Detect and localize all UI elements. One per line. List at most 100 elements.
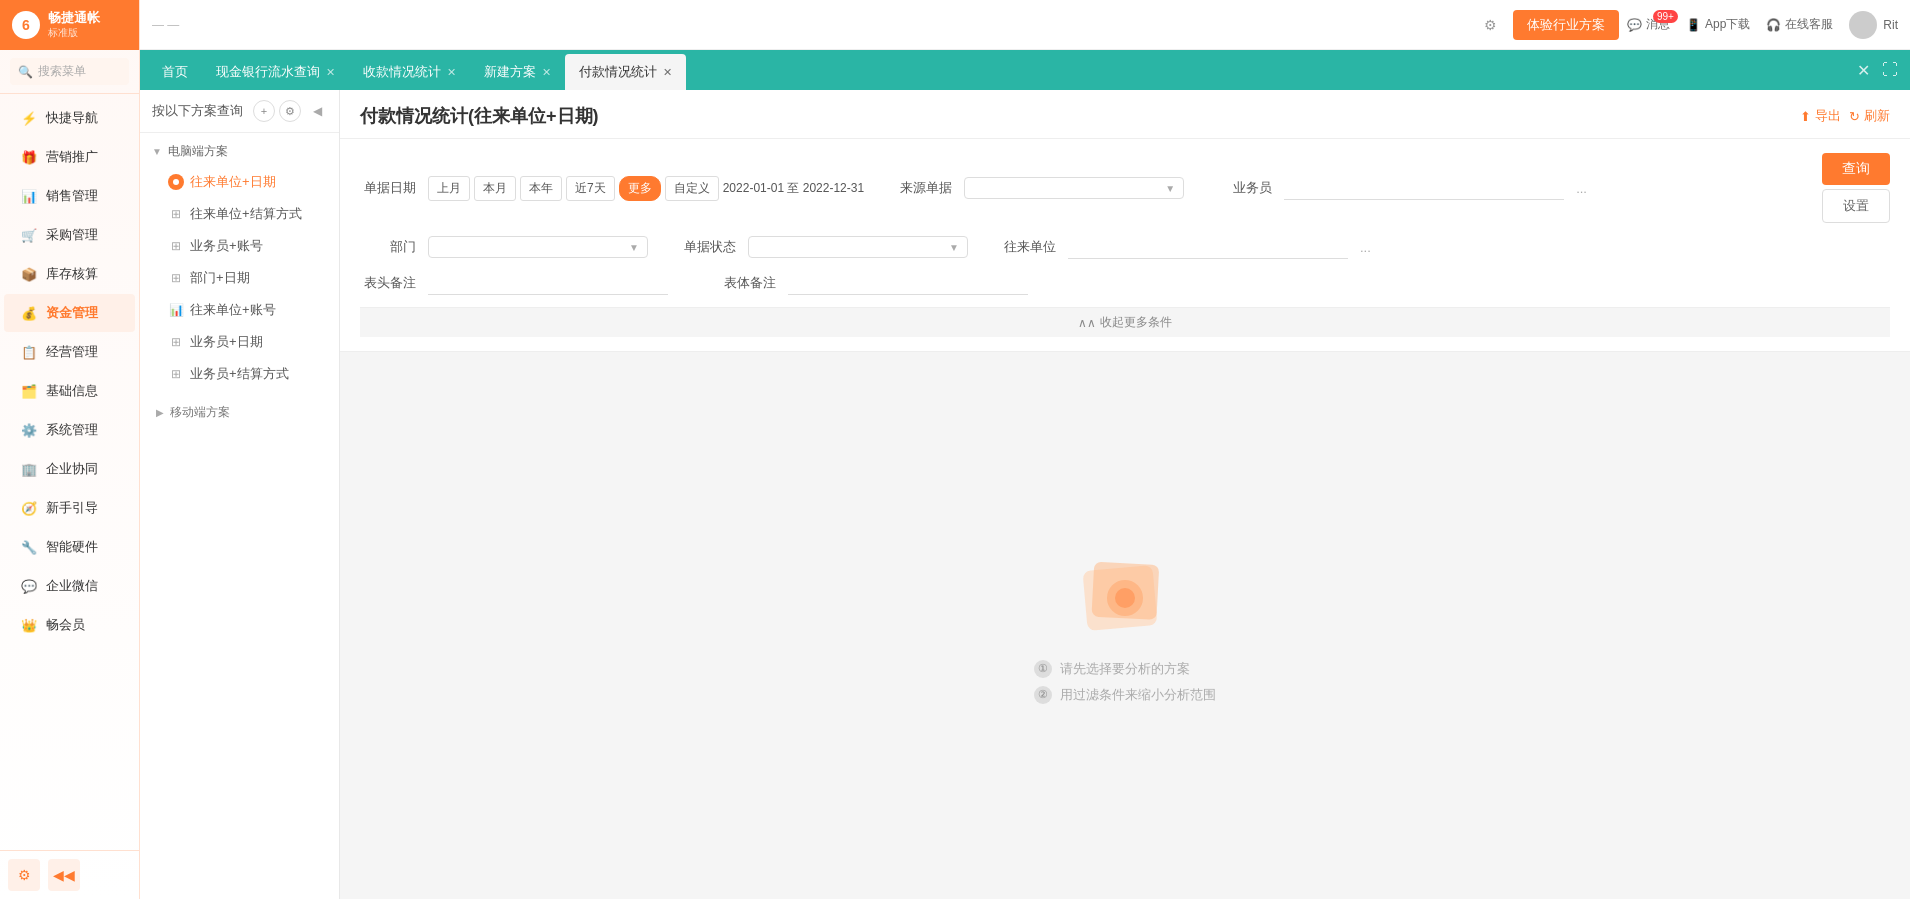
scheme-settings-btn[interactable]: ⚙ <box>279 100 301 122</box>
sidebar-item-basic[interactable]: 🗂️ 基础信息 <box>4 372 135 410</box>
inventory-icon: 📦 <box>20 265 38 283</box>
status-select[interactable]: ▼ <box>748 236 968 258</box>
sidebar-item-quicknav[interactable]: ⚡ 快捷导航 <box>4 99 135 137</box>
scheme-item-unit-settle[interactable]: ⊞ 往来单位+结算方式 <box>140 198 339 230</box>
sidebar-item-system[interactable]: ⚙️ 系统管理 <box>4 411 135 449</box>
table-icon-1: ⊞ <box>168 206 184 222</box>
date-btn-7days[interactable]: 近7天 <box>566 176 615 201</box>
sidebar-item-marketing[interactable]: 🎁 营销推广 <box>4 138 135 176</box>
table-icon-5: ⊞ <box>168 366 184 382</box>
date-range-display[interactable]: 2022-01-01 至 2022-12-31 <box>723 180 864 197</box>
search-input-area[interactable]: 🔍 搜索菜单 <box>10 58 129 85</box>
chevron-right-icon: ▶ <box>156 407 164 418</box>
date-btn-this-month[interactable]: 本月 <box>474 176 516 201</box>
tab-receipt-close[interactable]: ✕ <box>447 66 456 79</box>
user-area[interactable]: Rit <box>1849 11 1898 39</box>
breadcrumb: — — <box>152 18 1469 32</box>
collapse-bar[interactable]: ∧∧ 收起更多条件 <box>360 307 1890 337</box>
app-download-btn[interactable]: 📱 App下载 <box>1686 16 1750 33</box>
quicknav-icon: ⚡ <box>20 109 38 127</box>
page-title: 付款情况统计(往来单位+日期) <box>360 104 599 128</box>
export-btn[interactable]: ⬆ 导出 <box>1800 107 1841 125</box>
guide-icon: 🧭 <box>20 499 38 517</box>
dept-select[interactable]: ▼ <box>428 236 648 258</box>
settings-bottom-btn[interactable]: ⚙ <box>8 859 40 891</box>
scheme-collapse-btn[interactable]: ◀ <box>307 101 327 121</box>
tab-expand-btn[interactable]: ⛶ <box>1878 61 1902 79</box>
sidebar-item-member[interactable]: 👑 畅会员 <box>4 606 135 644</box>
notice-btn[interactable]: 💬 消息 99+ <box>1627 16 1670 33</box>
date-btn-this-year[interactable]: 本年 <box>520 176 562 201</box>
topbar-settings-btn[interactable]: ⚙ <box>1477 11 1505 39</box>
scheme-item-unit-date[interactable]: 往来单位+日期 <box>140 166 339 198</box>
sidebar-item-weixin[interactable]: 💬 企业微信 <box>4 567 135 605</box>
scheme-group-desktop-title[interactable]: ▼ 电脑端方案 <box>140 137 339 166</box>
phone-icon: 📱 <box>1686 18 1701 32</box>
tab-payment-close[interactable]: ✕ <box>663 66 672 79</box>
date-btn-last-month[interactable]: 上月 <box>428 176 470 201</box>
empty-illustration <box>1065 548 1185 648</box>
sidebar-item-hardware[interactable]: 🔧 智能硬件 <box>4 528 135 566</box>
sidebar-item-sales[interactable]: 📊 销售管理 <box>4 177 135 215</box>
sidebar-item-capital[interactable]: 💰 资金管理 <box>4 294 135 332</box>
tab-cashflow[interactable]: 现金银行流水查询 ✕ <box>202 54 349 90</box>
tab-home[interactable]: 首页 <box>148 54 202 90</box>
tab-payment[interactable]: 付款情况统计 ✕ <box>565 54 686 90</box>
service-btn[interactable]: 🎧 在线客服 <box>1766 16 1833 33</box>
body-note-input[interactable] <box>788 271 1028 295</box>
hardware-icon: 🔧 <box>20 538 38 556</box>
tab-receipt[interactable]: 收款情况统计 ✕ <box>349 54 470 90</box>
scheme-item-unit-account[interactable]: 📊 往来单位+账号 <box>140 294 339 326</box>
sidebar-search[interactable]: 🔍 搜索菜单 <box>0 50 139 94</box>
filter-settings-btn[interactable]: 设置 <box>1822 189 1890 223</box>
chevron-down-dept: ▼ <box>629 242 639 253</box>
tab-newscheme[interactable]: 新建方案 ✕ <box>470 54 565 90</box>
refresh-btn[interactable]: ↻ 刷新 <box>1849 107 1890 125</box>
partner-input[interactable] <box>1068 235 1348 259</box>
date-btn-custom[interactable]: 自定义 <box>665 176 719 201</box>
main-area: — — ⚙ 体验行业方案 💬 消息 99+ 📱 App下载 🎧 在线客服 Rit <box>140 0 1910 899</box>
date-btn-more[interactable]: 更多 <box>619 176 661 201</box>
table-icon-4: ⊞ <box>168 334 184 350</box>
breadcrumb-blur: — — <box>152 18 179 32</box>
scheme-item-staff-settle[interactable]: ⊞ 业务员+结算方式 <box>140 358 339 390</box>
sidebar-item-inventory[interactable]: 📦 库存核算 <box>4 255 135 293</box>
corp-icon: 🏢 <box>20 460 38 478</box>
filter-area: 单据日期 上月 本月 本年 近7天 更多 自定义 2022-01-01 至 20… <box>340 139 1910 352</box>
scheme-add-btn[interactable]: + <box>253 100 275 122</box>
header-note-input[interactable] <box>428 271 668 295</box>
scheme-header: 按以下方案查询 + ⚙ ◀ <box>140 90 339 133</box>
tab-close-all-btn[interactable]: ✕ <box>1853 61 1874 80</box>
partner-dots[interactable]: ... <box>1360 240 1371 255</box>
sidebar-item-guide[interactable]: 🧭 新手引导 <box>4 489 135 527</box>
staff-input[interactable] <box>1284 176 1564 200</box>
filter-row-3: 表头备注 表体备注 <box>360 271 1890 295</box>
date-label: 单据日期 <box>360 179 416 197</box>
collapse-sidebar-btn[interactable]: ◀◀ <box>48 859 80 891</box>
operation-icon: 📋 <box>20 343 38 361</box>
topbar: — — ⚙ 体验行业方案 💬 消息 99+ 📱 App下载 🎧 在线客服 Rit <box>140 0 1910 50</box>
scheme-header-icons: + ⚙ <box>253 100 301 122</box>
scheme-active-icon <box>168 174 184 190</box>
svg-point-3 <box>1115 588 1135 608</box>
tabs-controls: ✕ ⛶ <box>1853 50 1902 90</box>
filter-row-1: 单据日期 上月 本月 本年 近7天 更多 自定义 2022-01-01 至 20… <box>360 153 1890 223</box>
chevron-down-icon: ▼ <box>152 146 162 157</box>
tab-newscheme-close[interactable]: ✕ <box>542 66 551 79</box>
sidebar-item-corp[interactable]: 🏢 企业协同 <box>4 450 135 488</box>
sidebar-item-operation[interactable]: 📋 经营管理 <box>4 333 135 371</box>
tab-cashflow-close[interactable]: ✕ <box>326 66 335 79</box>
source-label: 来源单据 <box>896 179 952 197</box>
staff-dots[interactable]: ... <box>1576 181 1587 196</box>
query-btn[interactable]: 查询 <box>1822 153 1890 185</box>
trial-btn[interactable]: 体验行业方案 <box>1513 10 1619 40</box>
main-content: 付款情况统计(往来单位+日期) ⬆ 导出 ↻ 刷新 单据日期 <box>340 90 1910 899</box>
scheme-item-staff-date[interactable]: ⊞ 业务员+日期 <box>140 326 339 358</box>
marketing-icon: 🎁 <box>20 148 38 166</box>
scheme-item-dept-date[interactable]: ⊞ 部门+日期 <box>140 262 339 294</box>
sidebar-item-purchase[interactable]: 🛒 采购管理 <box>4 216 135 254</box>
chart-icon: 📊 <box>168 302 184 318</box>
scheme-group-mobile-title[interactable]: ▶ 移动端方案 <box>140 398 339 427</box>
source-select[interactable]: ▼ <box>964 177 1184 199</box>
scheme-item-staff-account[interactable]: ⊞ 业务员+账号 <box>140 230 339 262</box>
